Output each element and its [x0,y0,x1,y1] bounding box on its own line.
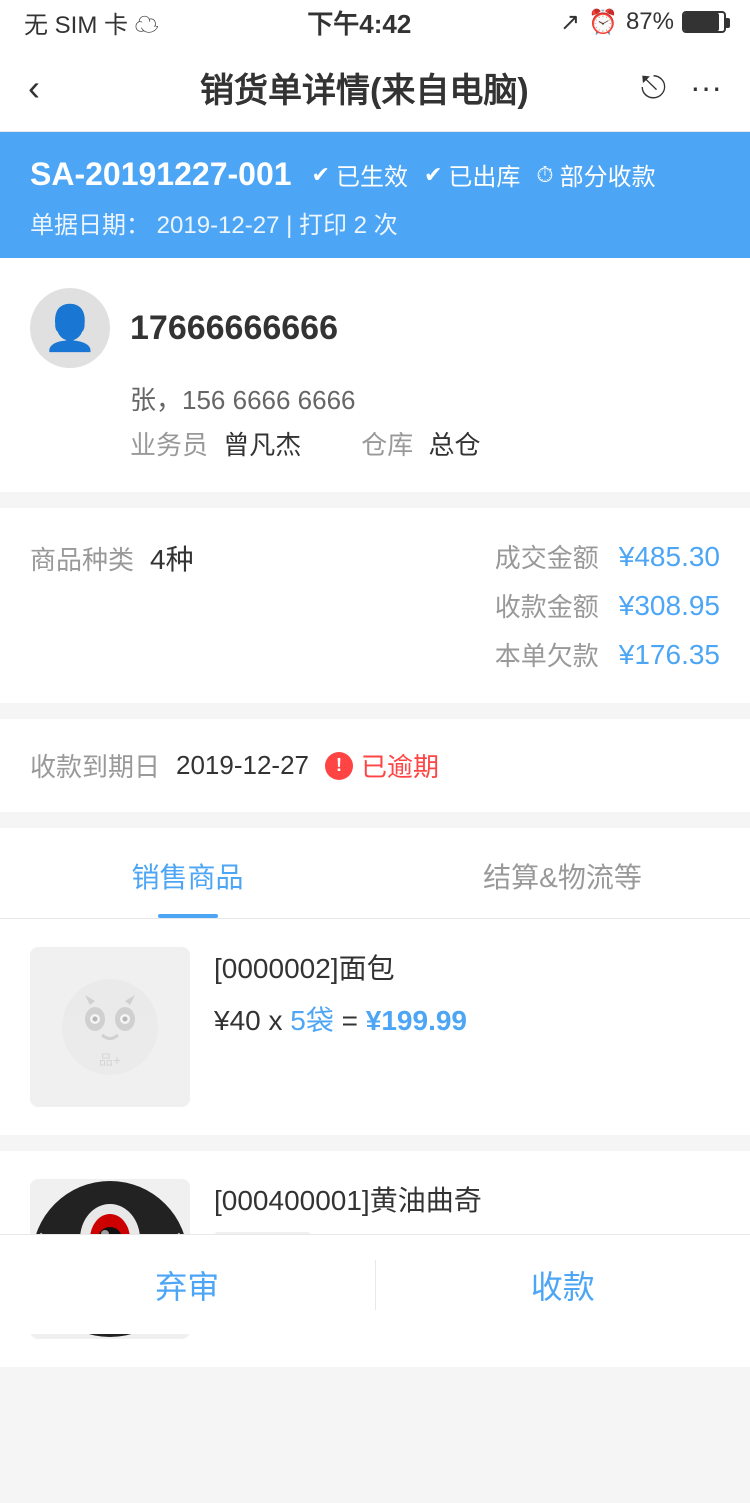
order-number: SA-20191227-001 [30,156,292,193]
tab-sales-products[interactable]: 销售商品 [0,828,375,918]
order-date: 2019-12-27 [157,212,280,239]
product-unit-price-1: ¥40 x [214,1005,290,1036]
cancel-review-button[interactable]: 弃审 [0,1242,375,1328]
due-date-value: 2019-12-27 [176,750,309,781]
received-amount-row: 收款金额 ¥308.95 [495,587,720,624]
status-shipped: ✔ 已出库 [424,157,520,192]
customer-section: 👤 17666666666 张，156 6666 6666 业务员 曾凡杰 仓库… [0,258,750,492]
print-info: 打印 2 次 [299,212,398,239]
avatar-icon: 👤 [43,302,98,354]
product-thumbnail-1: 品+ [60,977,160,1077]
order-date-info: 单据日期： 2019-12-27 | 打印 2 次 [30,205,720,240]
export-button[interactable]: ⎋ [641,69,666,107]
due-date-section: 收款到期日 2019-12-27 ! 已逾期 [0,719,750,812]
svg-text:品+: 品+ [99,1052,121,1068]
warehouse-label: 仓库 [361,430,413,460]
owed-amount-label: 本单欠款 [495,636,599,673]
sales-name: 曾凡杰 [223,430,301,460]
product-card: 品+ [0000002]面包 ¥40 x 5袋 = ¥199.99 [0,919,750,1135]
summary-section: 商品种类 4种 成交金额 ¥485.30 收款金额 ¥308.95 本单欠款 ¥… [0,508,750,703]
status-partial: ⏱ 部分收款 [536,157,655,192]
sales-label: 业务员 [130,430,208,460]
product-type-info: 商品种类 4种 [30,538,194,578]
nav-bar: ‹ 销货单详情(来自电脑) ⎋ ··· [0,44,750,132]
product-eq-1: = [342,1005,366,1036]
owed-amount-row: 本单欠款 ¥176.35 [495,636,720,673]
received-amount-label: 收款金额 [495,587,599,624]
status-bar: 无 SIM 卡 ☁ 下午4:42 ↗ ⏰ 87% [0,0,750,44]
tabs-section: 销售商品 结算&物流等 [0,828,750,919]
received-amount-value: ¥308.95 [619,590,720,622]
warehouse-info: 仓库 总仓 [361,425,480,462]
overdue-text: 已逾期 [361,747,439,784]
status-left: 无 SIM 卡 ☁ [24,5,159,40]
tab-settlement[interactable]: 结算&物流等 [375,828,750,918]
deal-amount-value: ¥485.30 [619,541,720,573]
amount-info: 成交金额 ¥485.30 收款金额 ¥308.95 本单欠款 ¥176.35 [495,538,720,673]
alarm-icon: ⏰ [588,8,618,37]
product-info-1: [0000002]面包 ¥40 x 5袋 = ¥199.99 [214,947,720,1039]
overdue-icon: ! [325,752,353,780]
tabs-row: 销售商品 结算&物流等 [0,828,750,918]
customer-phone: 17666666666 [130,309,338,348]
battery-icon [682,11,726,33]
page-title: 销货单详情(来自电脑) [200,63,529,112]
date-separator: | [286,212,299,239]
customer-meta: 业务员 曾凡杰 仓库 总仓 [30,425,720,462]
product-name-2: [000400001]黄油曲奇 [214,1179,720,1219]
status-effective: ✔ 已生效 [312,157,408,192]
due-date-label: 收款到期日 [30,747,160,784]
location-icon: ↗ [560,8,580,37]
status-badges: ✔ 已生效 ✔ 已出库 ⏱ 部分收款 [312,157,656,192]
warehouse-name: 总仓 [429,430,481,460]
sim-status: 无 SIM 卡 ☁ [24,5,159,40]
product-qty-1: 5袋 [290,1005,334,1036]
check-icon-1: ✔ [312,162,330,188]
more-button[interactable]: ··· [690,69,722,106]
sales-info: 业务员 曾凡杰 [130,425,301,462]
owed-amount-value: ¥176.35 [619,639,720,671]
type-label: 商品种类 [30,540,134,577]
product-name-1: [0000002]面包 [214,947,720,987]
battery-percent: 87% [626,8,674,36]
product-image-1: 品+ [30,947,190,1107]
tab-active-indicator [158,914,218,918]
status-time: 下午4:42 [307,4,411,41]
status-right: ↗ ⏰ 87% [560,8,726,37]
deal-amount-label: 成交金额 [495,538,599,575]
collect-payment-button[interactable]: 收款 [376,1242,750,1328]
bottom-bar: 弃审 收款 [0,1234,750,1334]
overdue-badge: ! 已逾期 [325,747,439,784]
product-total-1: ¥199.99 [366,1005,467,1036]
clock-icon: ⏱ [536,162,553,188]
products-section: 品+ [0000002]面包 ¥40 x 5袋 = ¥199.99 [0,919,750,1503]
back-button[interactable]: ‹ [28,67,88,109]
customer-name: 张，156 6666 6666 [30,380,720,417]
type-count: 4种 [150,538,194,578]
order-header-banner: SA-20191227-001 ✔ 已生效 ✔ 已出库 ⏱ 部分收款 单据日期：… [0,132,750,258]
nav-actions: ⎋ ··· [641,69,722,107]
customer-avatar: 👤 [30,288,110,368]
deal-amount-row: 成交金额 ¥485.30 [495,538,720,575]
check-icon-2: ✔ [424,162,442,188]
product-price-1: ¥40 x 5袋 = ¥199.99 [214,999,720,1039]
date-label: 单据日期： [30,212,150,239]
